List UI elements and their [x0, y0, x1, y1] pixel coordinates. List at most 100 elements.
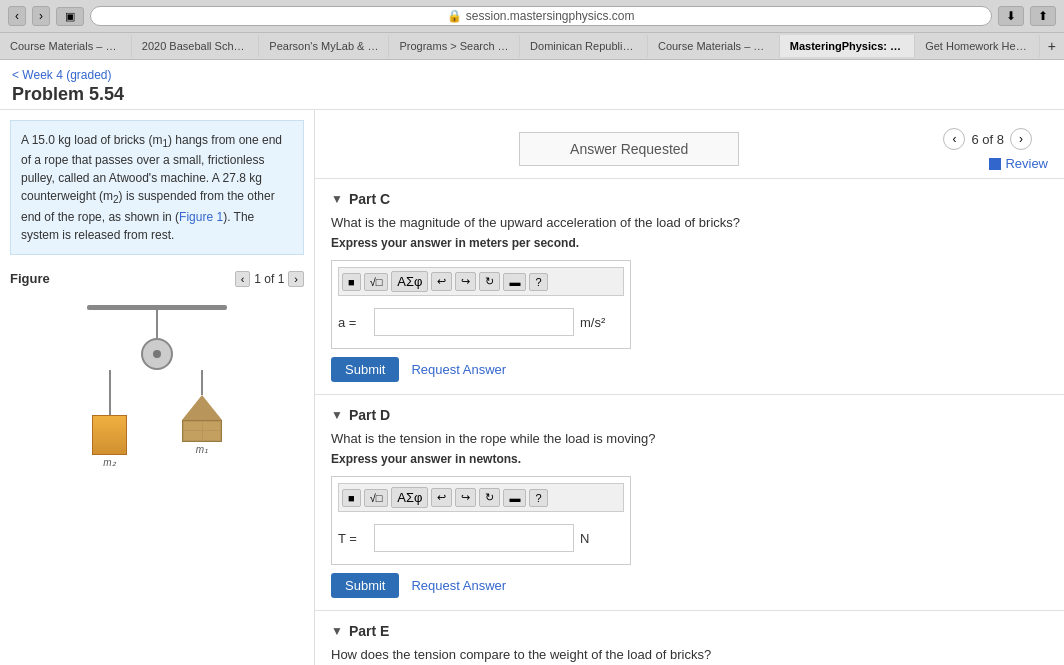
refresh-button-c[interactable]: ↻	[479, 272, 500, 291]
figure-prev-button[interactable]: ‹	[235, 271, 251, 287]
part-c-header: ▼ Part C	[331, 191, 1048, 207]
refresh-button-d[interactable]: ↻	[479, 488, 500, 507]
part-c-math-area: ■ √□ ΑΣφ ↩ ↪ ↻ ▬ ? a = m/s²	[331, 260, 631, 349]
prev-problem-button[interactable]: ‹	[943, 128, 965, 150]
figure-link[interactable]: Figure 1	[179, 210, 223, 224]
review-icon	[989, 158, 1001, 170]
part-c-instruction: Express your answer in meters per second…	[331, 236, 1048, 250]
figure-page: 1 of 1	[254, 272, 284, 286]
redo-button-c[interactable]: ↪	[455, 272, 476, 291]
new-tab-button[interactable]: +	[1040, 33, 1064, 59]
part-e-label: Part E	[349, 623, 389, 639]
tab-0[interactable]: Course Materials – 20 SPR...	[0, 35, 132, 57]
brick-body	[182, 420, 222, 442]
tab-6[interactable]: MasteringPhysics: Week 4...	[780, 35, 915, 57]
part-e-section: ▼ Part E How does the tension compare to…	[315, 610, 1064, 665]
share-button[interactable]: ⬆	[1030, 6, 1056, 26]
problem-count: 6 of 8	[971, 132, 1004, 147]
keyboard-button-c[interactable]: ▬	[503, 273, 526, 291]
part-d-variable: T =	[338, 531, 368, 546]
problem-title: Problem 5.54	[12, 84, 1052, 105]
tab-bar: Course Materials – 20 SPR... 2020 Baseba…	[0, 33, 1064, 60]
right-rope-group: m₁	[182, 370, 222, 468]
part-c-actions: Submit Request Answer	[331, 357, 1048, 382]
tab-2[interactable]: Pearson's MyLab & Master...	[259, 35, 389, 57]
part-c-toolbar: ■ √□ ΑΣφ ↩ ↪ ↻ ▬ ?	[338, 267, 624, 296]
back-button[interactable]: ‹	[8, 6, 26, 26]
tab-5[interactable]: Course Materials – 20 SPR...	[648, 35, 780, 57]
pulley-wheel	[141, 338, 173, 370]
undo-button-c[interactable]: ↩	[431, 272, 452, 291]
redo-button-d[interactable]: ↪	[455, 488, 476, 507]
part-d-input-row: T = N	[338, 518, 624, 558]
part-d-request-answer-link[interactable]: Request Answer	[411, 578, 506, 593]
part-d-label: Part D	[349, 407, 390, 423]
greek-button-c[interactable]: ΑΣφ	[391, 271, 428, 292]
navigation-area: ‹ 6 of 8 ›	[927, 120, 1048, 150]
part-d-unit: N	[580, 531, 589, 546]
part-d-input[interactable]	[374, 524, 574, 552]
left-panel: A 15.0 kg load of bricks (m1) hangs from…	[0, 110, 315, 665]
part-c-input[interactable]	[374, 308, 574, 336]
part-d-instruction: Express your answer in newtons.	[331, 452, 1048, 466]
m1-label: m₁	[196, 444, 208, 455]
matrix-button-c[interactable]: ■	[342, 273, 361, 291]
forward-button[interactable]: ›	[32, 6, 50, 26]
review-button[interactable]: Review	[989, 156, 1048, 171]
tab-icon[interactable]: ▣	[56, 7, 84, 26]
part-c-input-row: a = m/s²	[338, 302, 624, 342]
part-d-arrow[interactable]: ▼	[331, 408, 343, 422]
answer-requested-banner: Answer Requested	[519, 132, 739, 166]
next-problem-button[interactable]: ›	[1010, 128, 1032, 150]
page-content: A 15.0 kg load of bricks (m1) hangs from…	[0, 110, 1064, 665]
undo-button-d[interactable]: ↩	[431, 488, 452, 507]
part-d-toolbar: ■ √□ ΑΣφ ↩ ↪ ↻ ▬ ?	[338, 483, 624, 512]
help-button-d[interactable]: ?	[529, 489, 547, 507]
brick-top	[182, 395, 222, 420]
left-rope-group: m₂	[92, 370, 127, 468]
part-e-arrow[interactable]: ▼	[331, 624, 343, 638]
top-area: Answer Requested ‹ 6 of 8 › Review	[315, 110, 1064, 178]
part-e-header: ▼ Part E	[331, 623, 1048, 639]
sqrt-button-c[interactable]: √□	[364, 273, 389, 291]
part-c-submit-button[interactable]: Submit	[331, 357, 399, 382]
figure-title: Figure	[10, 271, 50, 286]
part-d-header: ▼ Part D	[331, 407, 1048, 423]
right-panel: Answer Requested ‹ 6 of 8 › Review ▼ Par…	[315, 110, 1064, 665]
greek-button-d[interactable]: ΑΣφ	[391, 487, 428, 508]
figure-next-button[interactable]: ›	[288, 271, 304, 287]
matrix-button-d[interactable]: ■	[342, 489, 361, 507]
part-c-question: What is the magnitude of the upward acce…	[331, 215, 1048, 230]
figure-canvas: m₂	[10, 295, 304, 478]
browser-chrome: ‹ › ▣ 🔒 session.mastersingphysics.com ⬇ …	[0, 0, 1064, 33]
right-rope	[201, 370, 203, 395]
address-bar[interactable]: 🔒 session.mastersingphysics.com	[90, 6, 992, 26]
pulley-center	[153, 350, 161, 358]
tab-3[interactable]: Programs > Search (advan...	[389, 35, 520, 57]
mass-m2-block	[92, 415, 127, 455]
top-right: ‹ 6 of 8 › Review	[927, 120, 1048, 171]
tab-1[interactable]: 2020 Baseball Schedule –...	[132, 35, 260, 57]
m2-label: m₂	[103, 457, 115, 468]
breadcrumb[interactable]: < Week 4 (graded)	[12, 68, 1052, 82]
part-d-actions: Submit Request Answer	[331, 573, 1048, 598]
page-header: < Week 4 (graded) Problem 5.54	[0, 60, 1064, 110]
help-button-c[interactable]: ?	[529, 273, 547, 291]
figure-nav: ‹ 1 of 1 ›	[235, 271, 304, 287]
part-c-unit: m/s²	[580, 315, 605, 330]
rope-section: m₂	[92, 370, 222, 468]
rope-to-pulley	[156, 310, 158, 338]
part-c-arrow[interactable]: ▼	[331, 192, 343, 206]
part-c-request-answer-link[interactable]: Request Answer	[411, 362, 506, 377]
tab-4[interactable]: Dominican Republic Study...	[520, 35, 648, 57]
part-c-section: ▼ Part C What is the magnitude of the up…	[315, 178, 1064, 394]
part-d-submit-button[interactable]: Submit	[331, 573, 399, 598]
tab-7[interactable]: Get Homework Help With...	[915, 35, 1040, 57]
problem-description: A 15.0 kg load of bricks (m1) hangs from…	[10, 120, 304, 255]
download-button[interactable]: ⬇	[998, 6, 1024, 26]
keyboard-button-d[interactable]: ▬	[503, 489, 526, 507]
sqrt-button-d[interactable]: √□	[364, 489, 389, 507]
figure-section: Figure ‹ 1 of 1 ›	[10, 271, 304, 478]
left-rope	[109, 370, 111, 415]
part-e-question: How does the tension compare to the weig…	[331, 647, 1048, 662]
